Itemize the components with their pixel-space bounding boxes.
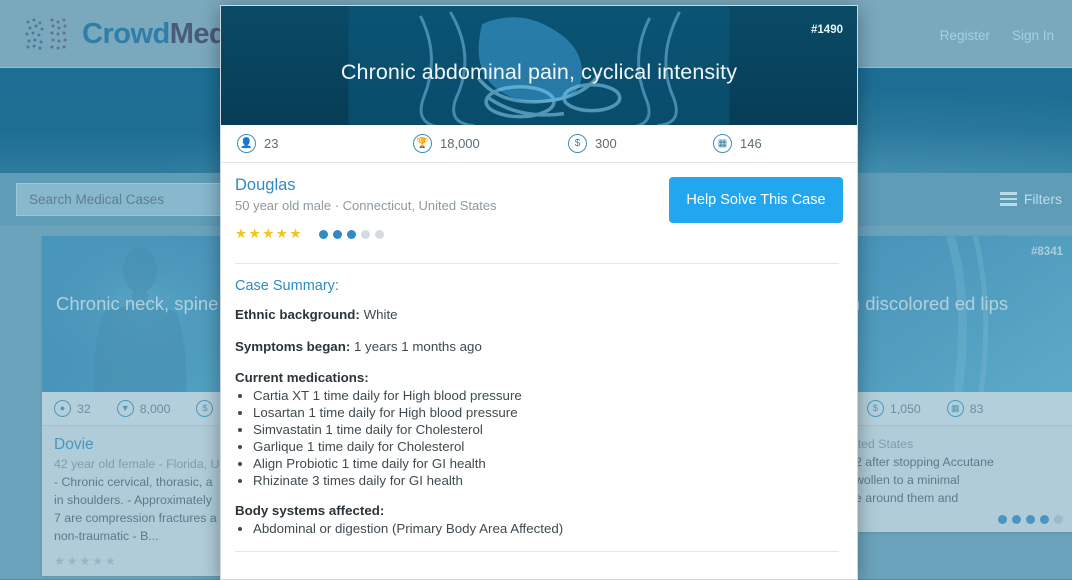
current-medications-heading: Current medications: <box>235 370 839 385</box>
modal-case-title: Chronic abdominal pain, cyclical intensi… <box>221 60 857 85</box>
field-value: 1 years 1 months ago <box>354 339 482 354</box>
case-card-stat: $ 1,050 <box>867 400 921 417</box>
body-systems-heading: Body systems affected: <box>235 503 839 518</box>
case-card-stat-value: 8,000 <box>140 402 171 416</box>
modal-case-id: #1490 <box>811 24 843 36</box>
case-card-desc-line: - Chronic cervical, thorasic, a <box>54 474 227 491</box>
case-card-patient-meta: 42 year old female - Florida, U <box>54 456 227 473</box>
case-card-desc-line: 2 after stopping Accutane <box>855 454 1063 471</box>
list-item: Cartia XT 1 time daily for High blood pr… <box>253 387 839 404</box>
register-link[interactable]: Register <box>940 28 990 43</box>
list-item: Abdominal or digestion (Primary Body Are… <box>253 520 839 537</box>
page-background: CrowdMed Register Sign In Search Medical… <box>0 0 1072 579</box>
patient-demographics: 50 year old male · Connecticut, United S… <box>235 197 635 215</box>
list-item: Align Probiotic 1 time daily for GI heal… <box>253 455 839 472</box>
filters-icon <box>1000 192 1017 206</box>
case-card-thumbnail: ollen discolored ed lips #8341 <box>855 236 1072 392</box>
case-card-id: #8341 <box>1031 246 1063 258</box>
case-card-desc-line: non-traumatic - B... <box>54 528 227 545</box>
logo-text-crowd: Crowd <box>82 18 170 50</box>
case-card-title: ollen discolored ed lips <box>855 292 1071 316</box>
modal-stat-points: 🏆 18,000 <box>413 134 568 153</box>
list-item: Garlique 1 time daily for Cholesterol <box>253 438 839 455</box>
trophy-icon: ▼ <box>117 400 134 417</box>
grid-icon: ▦ <box>713 134 732 153</box>
case-card-stat-value: 32 <box>77 402 91 416</box>
current-medications-list: Cartia XT 1 time daily for High blood pr… <box>253 387 839 489</box>
logo-wordmark: CrowdMed <box>82 18 226 51</box>
case-card-stat: ▦ 83 <box>947 400 984 417</box>
modal-stat-value: 146 <box>740 136 762 151</box>
modal-stat-suggestions: ▦ 146 <box>713 134 762 153</box>
modal-stat-value: 18,000 <box>440 136 480 151</box>
case-card-desc-line: e around them and <box>855 490 1063 507</box>
dollar-icon: $ <box>568 134 587 153</box>
list-item: Losartan 1 time daily for High blood pre… <box>253 404 839 421</box>
field-label: Symptoms began: <box>235 339 350 354</box>
case-card-body: ited States 2 after stopping Accutane wo… <box>855 426 1072 532</box>
body-systems-list: Abdominal or digestion (Primary Body Are… <box>253 520 839 537</box>
case-card[interactable]: Chronic neck, spine ● 32 ▼ 8,000 $ Dovie… <box>42 236 239 576</box>
modal-stats-bar: 👤 23 🏆 18,000 $ 300 ▦ 146 <box>221 125 857 163</box>
divider <box>235 551 839 552</box>
list-item: Rhizinate 3 times daily for GI health <box>253 472 839 489</box>
field-ethnic-background: Ethnic background: White <box>235 306 839 324</box>
case-card-progress-dots <box>855 515 1063 524</box>
case-card-star-rating: ★★★★★ <box>54 554 227 568</box>
modal-stat-value: 300 <box>595 136 617 151</box>
site-logo[interactable]: CrowdMed <box>22 14 226 54</box>
filters-label: Filters <box>1024 191 1062 207</box>
field-symptoms-began: Symptoms began: 1 years 1 months ago <box>235 338 839 356</box>
modal-stat-reward: $ 300 <box>568 134 713 153</box>
case-card-patient-meta: ited States <box>855 436 1063 453</box>
case-card-stat-value: 1,050 <box>890 402 921 416</box>
person-icon: ● <box>54 400 71 417</box>
case-card-title: Chronic neck, spine <box>56 292 231 316</box>
top-nav-links: Register Sign In <box>940 28 1054 43</box>
case-card[interactable]: ollen discolored ed lips #8341 $ 1,050 ▦… <box>855 236 1072 532</box>
logo-text-med: Med <box>170 18 227 50</box>
progress-dots <box>319 230 384 239</box>
divider <box>235 263 839 264</box>
star-rating: ★★★★★ <box>235 226 303 242</box>
modal-body: Case Summary: Ethnic background: White S… <box>221 263 857 552</box>
case-card-stat: ● 32 <box>54 400 91 417</box>
patient-rating-row: ★★★★★ <box>235 226 839 242</box>
modal-stat-solvers: 👤 23 <box>237 134 413 153</box>
modal-stat-value: 23 <box>264 136 278 151</box>
case-card-patient-name[interactable]: Dovie <box>54 436 227 454</box>
case-card-stats: $ 1,050 ▦ 83 <box>855 392 1072 426</box>
case-card-stats: ● 32 ▼ 8,000 $ <box>42 392 239 426</box>
sign-in-link[interactable]: Sign In <box>1012 28 1054 43</box>
help-solve-this-case-button[interactable]: Help Solve This Case <box>669 177 843 223</box>
filters-button[interactable]: Filters <box>1000 191 1062 207</box>
case-detail-modal: #1490 Chronic abdominal pain, cyclical i… <box>220 5 858 580</box>
modal-banner: #1490 Chronic abdominal pain, cyclical i… <box>221 6 857 125</box>
dollar-icon: $ <box>196 400 213 417</box>
case-card-desc-line: 7 are compression fractures a <box>54 510 227 527</box>
case-card-stat: $ <box>196 400 219 417</box>
modal-patient-header: Douglas 50 year old male · Connecticut, … <box>221 163 857 259</box>
case-card-thumbnail: Chronic neck, spine <box>42 236 239 392</box>
dollar-icon: $ <box>867 400 884 417</box>
case-card-desc-line: in shoulders. - Approximately <box>54 492 227 509</box>
case-card-stat-value: 83 <box>970 402 984 416</box>
trophy-icon: 🏆 <box>413 134 432 153</box>
list-item: Simvastatin 1 time daily for Cholesterol <box>253 421 839 438</box>
grid-icon: ▦ <box>947 400 964 417</box>
field-value: White <box>364 307 398 322</box>
case-summary-heading: Case Summary: <box>235 278 839 294</box>
case-card-body: Dovie 42 year old female - Florida, U - … <box>42 426 239 576</box>
crowdmed-dot-logo-icon <box>22 14 74 54</box>
case-card-stat: ▼ 8,000 <box>117 400 171 417</box>
case-card-desc-line: wollen to a minimal <box>855 472 1063 489</box>
person-icon: 👤 <box>237 134 256 153</box>
field-label: Ethnic background: <box>235 307 360 322</box>
